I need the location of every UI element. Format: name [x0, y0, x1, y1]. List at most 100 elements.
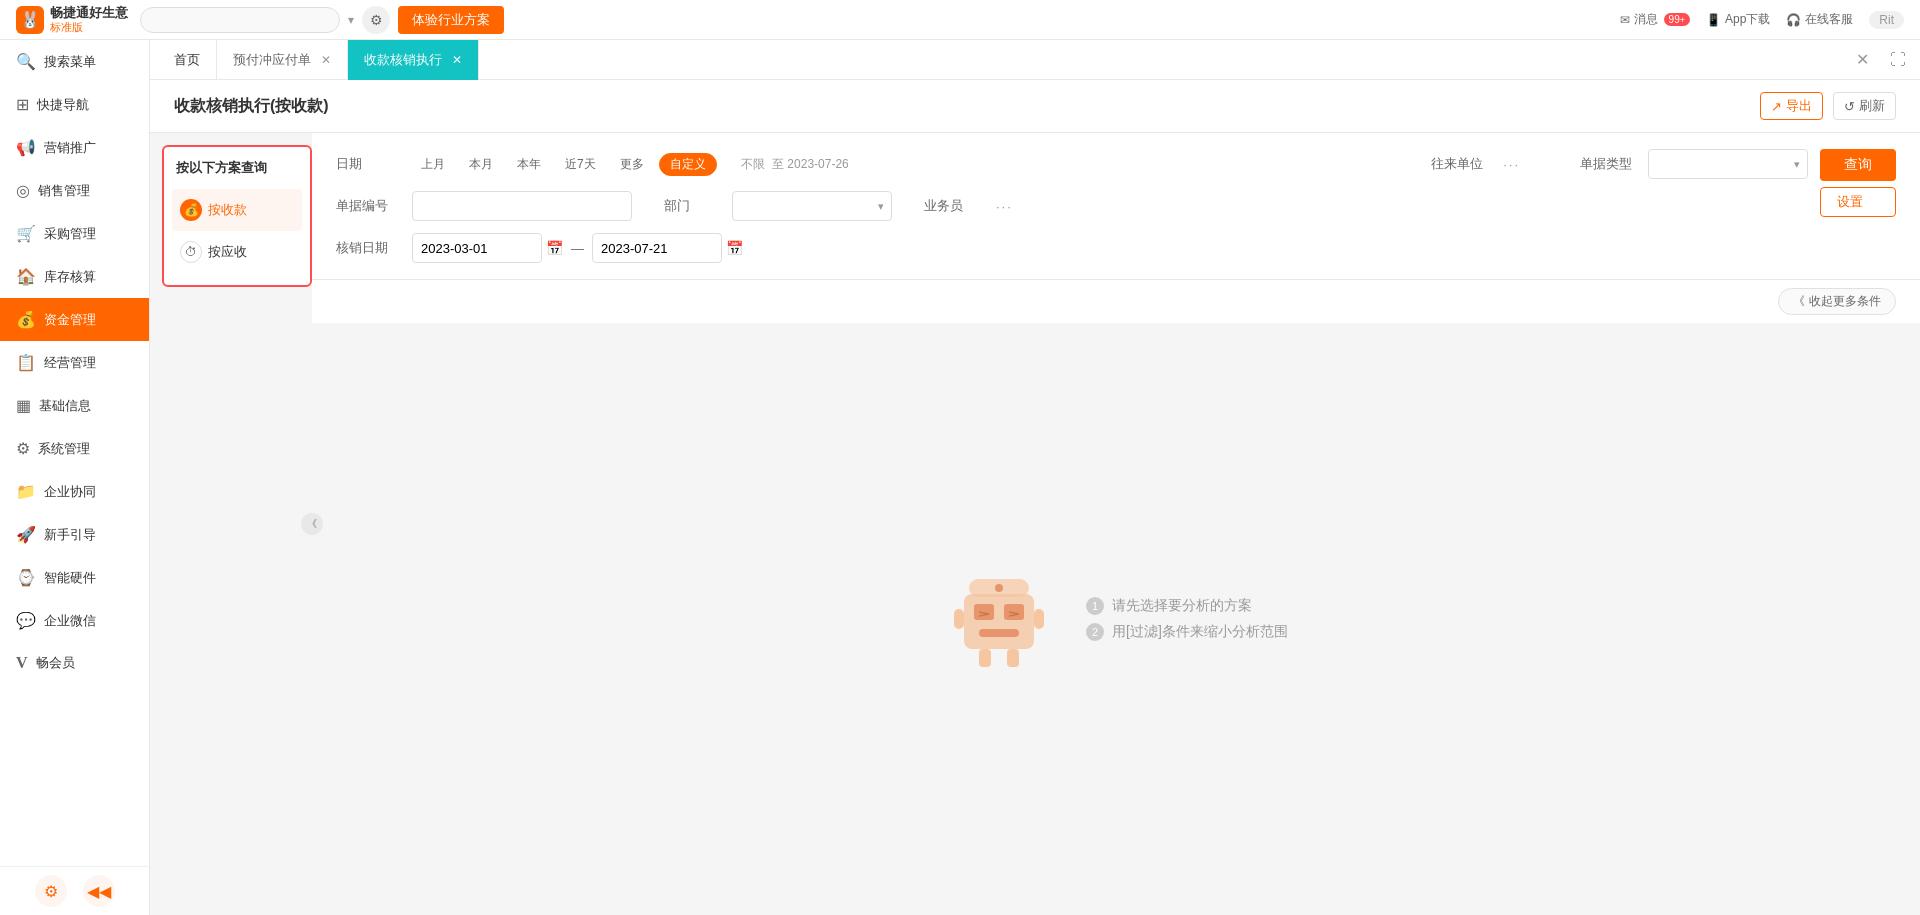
sidebar-item-inventory[interactable]: 🏠 库存核算 — [0, 255, 149, 298]
date-last-7days-btn[interactable]: 近7天 — [556, 152, 605, 177]
empty-tip-1: 1 请先选择要分析的方案 — [1086, 597, 1288, 615]
svg-point-9 — [995, 584, 1003, 592]
page-title: 收款核销执行(按收款) — [174, 96, 329, 117]
filter-row-2: 单据编号 部门 业务员 ··· — [336, 191, 1808, 221]
verify-date-start-calendar-icon[interactable]: 📅 — [546, 240, 563, 256]
sidebar-item-member[interactable]: V 畅会员 — [0, 642, 149, 684]
business-icon: 📋 — [16, 353, 36, 372]
member-icon: V — [16, 654, 28, 672]
tab-expand-icon[interactable]: ⛶ — [1884, 46, 1912, 74]
sidebar-item-enterprise[interactable]: 📁 企业协同 — [0, 470, 149, 513]
top-bar-right: ✉ 消息 99+ 📱 App下载 🎧 在线客服 Rit — [1620, 11, 1904, 29]
filter-row-3: 核销日期 📅 — 📅 — [336, 233, 1808, 263]
quick-nav-icon: ⊞ — [16, 95, 29, 114]
solution-button[interactable]: 体验行业方案 — [398, 6, 504, 34]
salesman-group: 业务员 ··· — [924, 197, 1017, 215]
filter-option-by-receipt[interactable]: 💰 按收款 — [172, 189, 302, 231]
svg-rect-4 — [954, 609, 964, 629]
date-this-year-btn[interactable]: 本年 — [508, 152, 550, 177]
marketing-icon: 📢 — [16, 138, 36, 157]
filter-form-inner: 日期 上月 本月 本年 近7天 更多 自定义 — [336, 149, 1896, 263]
date-unlimited-text: 不限 至 2023-07-26 — [741, 156, 849, 173]
settings-icon[interactable]: ⚙ — [362, 6, 390, 34]
date-custom-btn[interactable]: 自定义 — [659, 153, 717, 176]
settings-button[interactable]: 设置 — [1820, 187, 1896, 217]
tab-bar-actions: ✕ ⛶ — [1848, 46, 1912, 74]
top-search-input[interactable] — [140, 7, 340, 33]
sidebar-item-purchase[interactable]: 🛒 采购管理 — [0, 212, 149, 255]
tab-prepay-close[interactable]: ✕ — [321, 53, 331, 67]
date-label: 日期 — [336, 155, 396, 173]
sidebar-item-basic-info[interactable]: ▦ 基础信息 — [0, 384, 149, 427]
svg-rect-5 — [1034, 609, 1044, 629]
sidebar-item-system[interactable]: ⚙ 系统管理 — [0, 427, 149, 470]
date-this-month-btn[interactable]: 本月 — [460, 152, 502, 177]
tab-close-all-icon[interactable]: ✕ — [1848, 46, 1876, 74]
empty-illustration — [944, 564, 1054, 674]
empty-tip-2: 2 用[过滤]条件来缩小分析范围 — [1086, 623, 1288, 641]
main-layout: 🔍 搜索菜单 ⊞ 快捷导航 📢 营销推广 ◎ 销售管理 🛒 采购管理 🏠 库存核… — [0, 40, 1920, 915]
date-last-month-btn[interactable]: 上月 — [412, 152, 454, 177]
filter-rows-group: 日期 上月 本月 本年 近7天 更多 自定义 — [336, 149, 1808, 263]
export-button[interactable]: ↗ 导出 — [1760, 92, 1823, 120]
export-icon: ↗ — [1771, 99, 1782, 114]
svg-rect-3 — [979, 629, 1019, 637]
app-logo: 🐰 畅捷通好生意 标准版 — [16, 5, 128, 34]
user-avatar[interactable]: Rit — [1869, 11, 1904, 29]
sidebar-item-corp-wechat[interactable]: 💬 企业微信 — [0, 599, 149, 642]
svg-rect-0 — [964, 594, 1034, 649]
sidebar-item-marketing[interactable]: 📢 营销推广 — [0, 126, 149, 169]
verify-date-end-input[interactable] — [592, 233, 722, 263]
logo-icon: 🐰 — [16, 6, 44, 34]
filter-form: 日期 上月 本月 本年 近7天 更多 自定义 — [312, 133, 1920, 280]
tab-receipt-close[interactable]: ✕ — [452, 53, 462, 67]
sidebar-item-search-menu[interactable]: 🔍 搜索菜单 — [0, 40, 149, 83]
tab-receipt[interactable]: 收款核销执行 ✕ — [348, 40, 479, 80]
mobile-icon: 📱 — [1706, 13, 1721, 27]
sidebar-bottom: ⚙ ◀◀ — [0, 866, 149, 915]
dept-select-wrapper — [732, 191, 892, 221]
enterprise-icon: 📁 — [16, 482, 36, 501]
verify-date-label: 核销日期 — [336, 239, 396, 257]
online-service-button[interactable]: 🎧 在线客服 — [1786, 11, 1853, 28]
doc-type-select[interactable] — [1648, 149, 1808, 179]
sidebar-settings-button[interactable]: ⚙ — [35, 875, 67, 907]
svg-rect-1 — [974, 604, 994, 620]
salesman-dots: ··· — [992, 199, 1017, 214]
date-shortcuts: 上月 本月 本年 近7天 更多 自定义 — [412, 152, 717, 177]
sidebar-item-finance[interactable]: 💰 资金管理 — [0, 298, 149, 341]
verify-date-start-input[interactable] — [412, 233, 542, 263]
sidebar-item-beginner[interactable]: 🚀 新手引导 — [0, 513, 149, 556]
message-icon: ✉ — [1620, 13, 1630, 27]
collapse-conditions-button[interactable]: 《 收起更多条件 — [1778, 288, 1896, 315]
verify-date-range: 📅 — 📅 — [412, 233, 743, 263]
dept-select[interactable] — [732, 191, 892, 221]
refresh-button[interactable]: ↺ 刷新 — [1833, 92, 1896, 120]
top-bar: 🐰 畅捷通好生意 标准版 ▾ ⚙ 体验行业方案 ✉ 消息 99+ 📱 App下载… — [0, 0, 1920, 40]
filter-row-1: 日期 上月 本月 本年 近7天 更多 自定义 — [336, 149, 1808, 179]
tab-home[interactable]: 首页 — [158, 40, 217, 80]
filter-sidebar-title: 按以下方案查询 — [172, 159, 302, 177]
beginner-icon: 🚀 — [16, 525, 36, 544]
doc-type-label: 单据类型 — [1580, 155, 1640, 173]
search-menu-icon: 🔍 — [16, 52, 36, 71]
tab-prepay[interactable]: 预付冲应付单 ✕ — [217, 40, 348, 80]
refresh-icon: ↺ — [1844, 99, 1855, 114]
search-chevron-icon: ▾ — [348, 13, 354, 27]
sidebar-item-sales[interactable]: ◎ 销售管理 — [0, 169, 149, 212]
sidebar-item-quick-nav[interactable]: ⊞ 快捷导航 — [0, 83, 149, 126]
sidebar-collapse-button[interactable]: ◀◀ — [83, 875, 115, 907]
app-download-button[interactable]: 📱 App下载 — [1706, 11, 1770, 28]
query-button[interactable]: 查询 — [1820, 149, 1896, 181]
filter-sidebar-collapse-button[interactable]: 《 — [301, 513, 323, 535]
verify-date-end-calendar-icon[interactable]: 📅 — [726, 240, 743, 256]
sales-icon: ◎ — [16, 181, 30, 200]
date-more-btn[interactable]: 更多 — [611, 152, 653, 177]
doc-no-input[interactable] — [412, 191, 632, 221]
finance-icon: 💰 — [16, 310, 36, 329]
sidebar-item-smart-hw[interactable]: ⌚ 智能硬件 — [0, 556, 149, 599]
filter-option-by-receivable[interactable]: ⏱ 按应收 — [172, 231, 302, 273]
sidebar-item-business[interactable]: 📋 经营管理 — [0, 341, 149, 384]
header-actions: ↗ 导出 ↺ 刷新 — [1760, 92, 1896, 120]
messages-button[interactable]: ✉ 消息 99+ — [1620, 11, 1690, 28]
